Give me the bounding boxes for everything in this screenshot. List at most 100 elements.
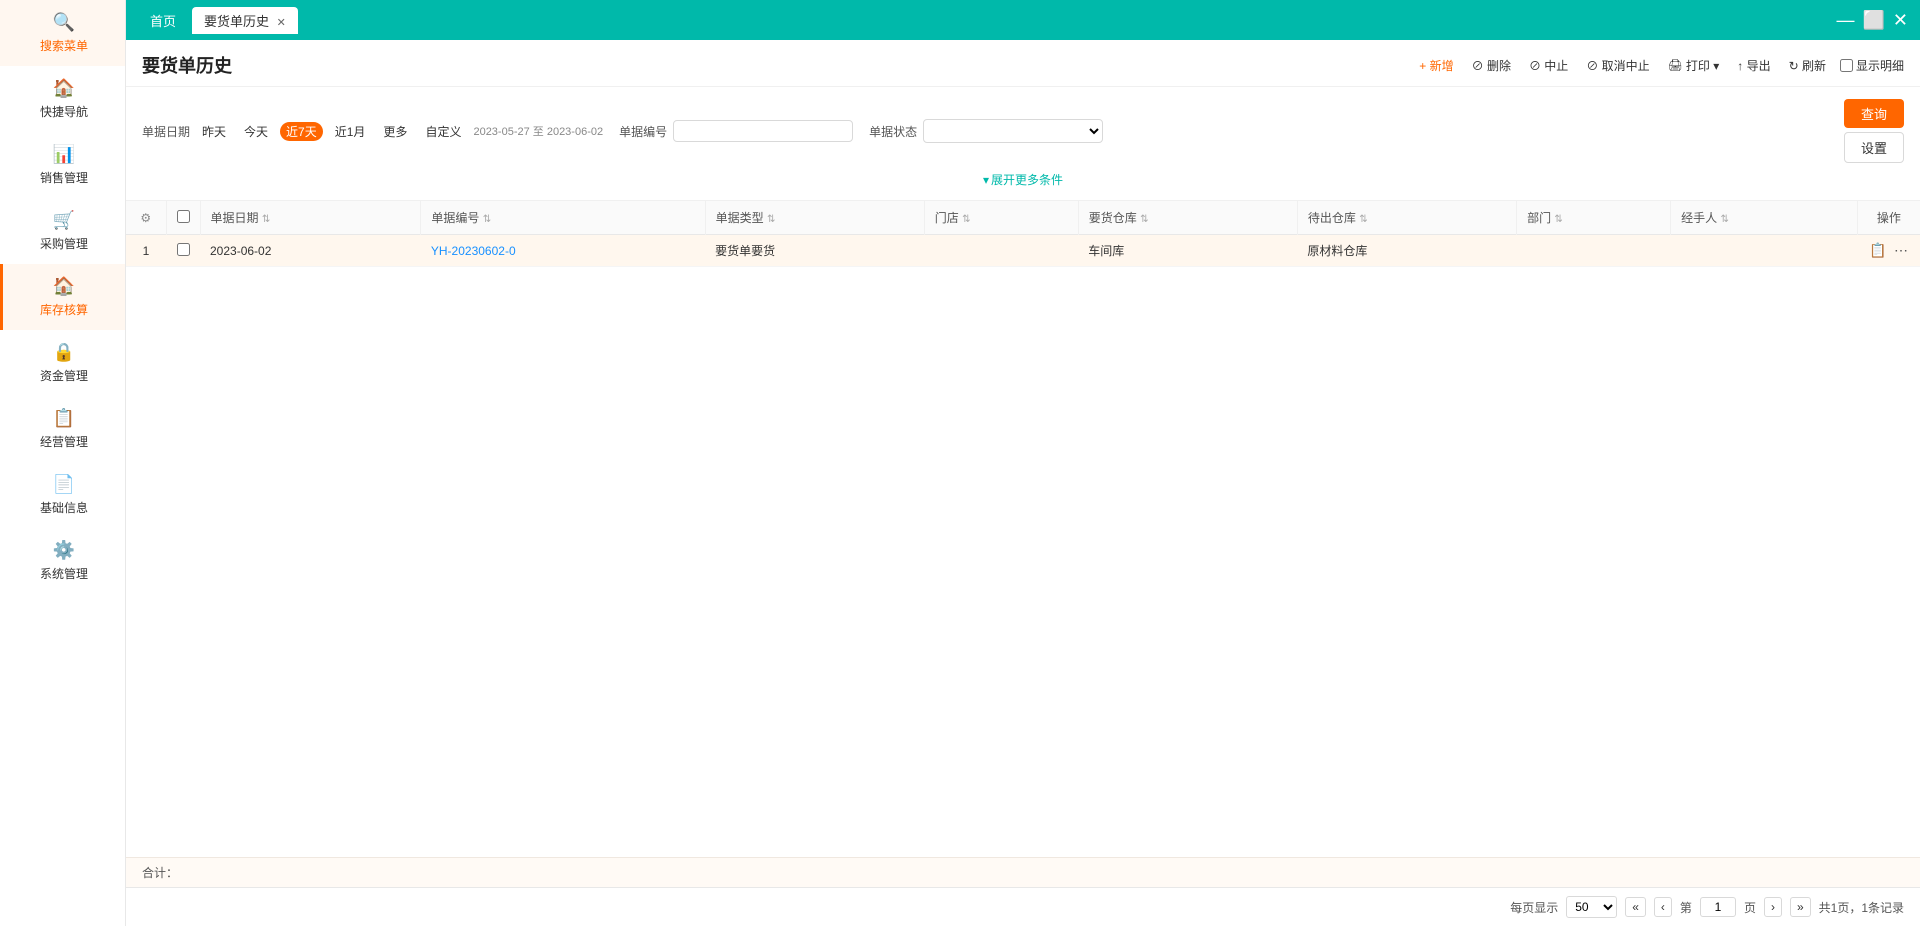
row-more-icon[interactable]: ⋯ [1892, 242, 1910, 258]
page-title: 要货单历史 [142, 52, 232, 78]
row-req-warehouse: 车间库 [1078, 235, 1297, 267]
display-detail-checkbox[interactable] [1840, 59, 1853, 72]
expand-row: ▾ 展开更多条件 [142, 171, 1904, 188]
next-page-button[interactable]: › [1764, 897, 1782, 917]
sidebar-item-label: 系统管理 [40, 565, 88, 582]
pending-warehouse-sort-icon[interactable]: ⇅ [1359, 214, 1367, 225]
sidebar-item-sales[interactable]: 📊 销售管理 [0, 132, 125, 198]
inventory-icon: 🏠 [53, 276, 75, 297]
doc-no-label: 单据编号 [619, 123, 667, 140]
select-all-checkbox[interactable] [177, 210, 190, 223]
expand-more-btn[interactable]: ▾ 展开更多条件 [983, 171, 1063, 188]
query-button[interactable]: 查询 [1844, 99, 1904, 128]
handler-sort-icon[interactable]: ⇅ [1720, 214, 1728, 225]
top-bar-controls: — ⬜ ✕ [1836, 11, 1908, 29]
per-page-select[interactable]: 50 20 100 [1566, 896, 1617, 918]
sidebar-item-label: 快捷导航 [40, 103, 88, 120]
data-table: ⚙ 单据日期 ⇅ 单据编号 ⇅ [126, 201, 1920, 267]
row-checkbox[interactable] [177, 243, 190, 256]
page-input[interactable] [1700, 897, 1736, 917]
col-pending-warehouse-header: 待出仓库 ⇅ [1297, 201, 1516, 235]
col-department-header: 部门 ⇅ [1517, 201, 1671, 235]
print-button[interactable]: 🖨 🖨 打印 打印 ▾ [1664, 55, 1724, 76]
row-store [924, 235, 1078, 267]
export-button[interactable]: ↑ 导出 [1733, 55, 1774, 76]
filter-row-1: 单据日期 昨天 今天 近7天 近1月 更多 自定义 2023-05-27 至 2… [142, 99, 1904, 163]
date-btn-yesterday[interactable]: 昨天 [196, 122, 232, 141]
search-menu-icon: 🔍 [53, 12, 75, 33]
delete-button[interactable]: ⊘ 删除 [1468, 55, 1515, 76]
table-footer: 合计： [126, 857, 1920, 887]
sidebar-item-label: 基础信息 [40, 499, 88, 516]
close-window-button[interactable]: ✕ [1893, 11, 1908, 29]
maximize-button[interactable]: ⬜ [1862, 11, 1884, 29]
print-icon: 🖨 [1668, 58, 1683, 72]
tab-home[interactable]: 首页 [138, 7, 188, 34]
date-btn-today[interactable]: 今天 [238, 122, 274, 141]
content-area: 要货单历史 + 新增 ⊘ 删除 ⊘ 中止 ⊘ 取消中止 🖨 🖨 打印 打印 ▾ … [126, 40, 1920, 926]
sidebar-item-label: 经营管理 [40, 433, 88, 450]
first-page-button[interactable]: « [1625, 897, 1646, 917]
last-page-button[interactable]: » [1790, 897, 1811, 917]
page-suffix: 页 [1744, 899, 1756, 916]
tab-close-icon[interactable]: ✕ [277, 17, 286, 29]
col-settings[interactable]: ⚙ [126, 201, 166, 235]
col-checkbox [166, 201, 200, 235]
row-docno: YH-20230602-0 [421, 235, 705, 267]
date-btn-1month[interactable]: 近1月 [329, 122, 372, 141]
cancel-stop-button[interactable]: ⊘ 取消中止 [1582, 55, 1653, 76]
docno-sort-icon[interactable]: ⇅ [483, 214, 491, 225]
total-info: 共1页，1条记录 [1819, 899, 1904, 916]
filter-area: 单据日期 昨天 今天 近7天 近1月 更多 自定义 2023-05-27 至 2… [126, 87, 1920, 201]
req-warehouse-sort-icon[interactable]: ⇅ [1140, 214, 1148, 225]
doc-no-input[interactable] [673, 120, 853, 142]
column-settings-icon[interactable]: ⚙ [140, 211, 151, 225]
doc-no-link[interactable]: YH-20230602-0 [431, 244, 516, 258]
sidebar: 🔍 搜索菜单 🏠 快捷导航 📊 销售管理 🛒 采购管理 🏠 库存核算 🔒 资金管… [0, 0, 126, 926]
display-detail-check[interactable]: 显示明细 [1840, 57, 1904, 74]
system-icon: ⚙️ [53, 540, 75, 561]
sidebar-item-inventory[interactable]: 🏠 库存核算 [0, 264, 125, 330]
doc-no-filter-group: 单据编号 [619, 120, 853, 142]
row-ops: 📋 ⋯ [1857, 235, 1920, 267]
expand-icon: ▾ [983, 173, 989, 187]
col-ops-header: 操作 [1857, 201, 1920, 235]
new-button[interactable]: + 新增 [1415, 55, 1457, 76]
sidebar-item-purchase[interactable]: 🛒 采购管理 [0, 198, 125, 264]
page-header: 要货单历史 + 新增 ⊘ 删除 ⊘ 中止 ⊘ 取消中止 🖨 🖨 打印 打印 ▾ … [126, 40, 1920, 87]
row-checkbox-cell [166, 235, 200, 267]
status-select[interactable] [923, 119, 1103, 143]
sidebar-item-operations[interactable]: 📋 经营管理 [0, 396, 125, 462]
row-doctype: 要货单要货 [705, 235, 924, 267]
finance-icon: 🔒 [53, 342, 75, 363]
row-department [1517, 235, 1671, 267]
refresh-button[interactable]: ↻ 刷新 [1785, 55, 1830, 76]
date-btn-more[interactable]: 更多 [377, 122, 413, 141]
per-page-label: 每页显示 [1510, 899, 1558, 916]
tab-requisition-history[interactable]: 要货单历史 ✕ [192, 7, 298, 34]
department-sort-icon[interactable]: ⇅ [1554, 214, 1562, 225]
settings-button[interactable]: 设置 [1844, 132, 1904, 163]
store-sort-icon[interactable]: ⇅ [962, 214, 970, 225]
date-btn-7days[interactable]: 近7天 [280, 122, 323, 141]
stop-button[interactable]: ⊘ 中止 [1525, 55, 1572, 76]
status-filter-group: 单据状态 [869, 119, 1103, 143]
row-view-icon[interactable]: 📋 [1867, 242, 1888, 258]
col-handler-header: 经手人 ⇅ [1671, 201, 1858, 235]
col-store-header: 门店 ⇅ [924, 201, 1078, 235]
sidebar-item-basic-info[interactable]: 📄 基础信息 [0, 462, 125, 528]
date-filter-label: 单据日期 [142, 123, 190, 140]
col-docno-header: 单据编号 ⇅ [421, 201, 705, 235]
date-sort-icon[interactable]: ⇅ [262, 214, 270, 225]
date-btn-custom[interactable]: 自定义 [419, 122, 467, 141]
sidebar-item-search-menu[interactable]: 🔍 搜索菜单 [0, 0, 125, 66]
sidebar-item-finance[interactable]: 🔒 资金管理 [0, 330, 125, 396]
sidebar-item-quick-nav[interactable]: 🏠 快捷导航 [0, 66, 125, 132]
main-area: 首页 要货单历史 ✕ — ⬜ ✕ 要货单历史 + 新增 ⊘ 删除 ⊘ 中止 ⊘ … [126, 0, 1920, 926]
doctype-sort-icon[interactable]: ⇅ [767, 214, 775, 225]
page-prefix: 第 [1680, 899, 1692, 916]
prev-page-button[interactable]: ‹ [1654, 897, 1672, 917]
sidebar-item-system[interactable]: ⚙️ 系统管理 [0, 528, 125, 594]
col-doctype-header: 单据类型 ⇅ [705, 201, 924, 235]
minimize-button[interactable]: — [1836, 11, 1854, 29]
